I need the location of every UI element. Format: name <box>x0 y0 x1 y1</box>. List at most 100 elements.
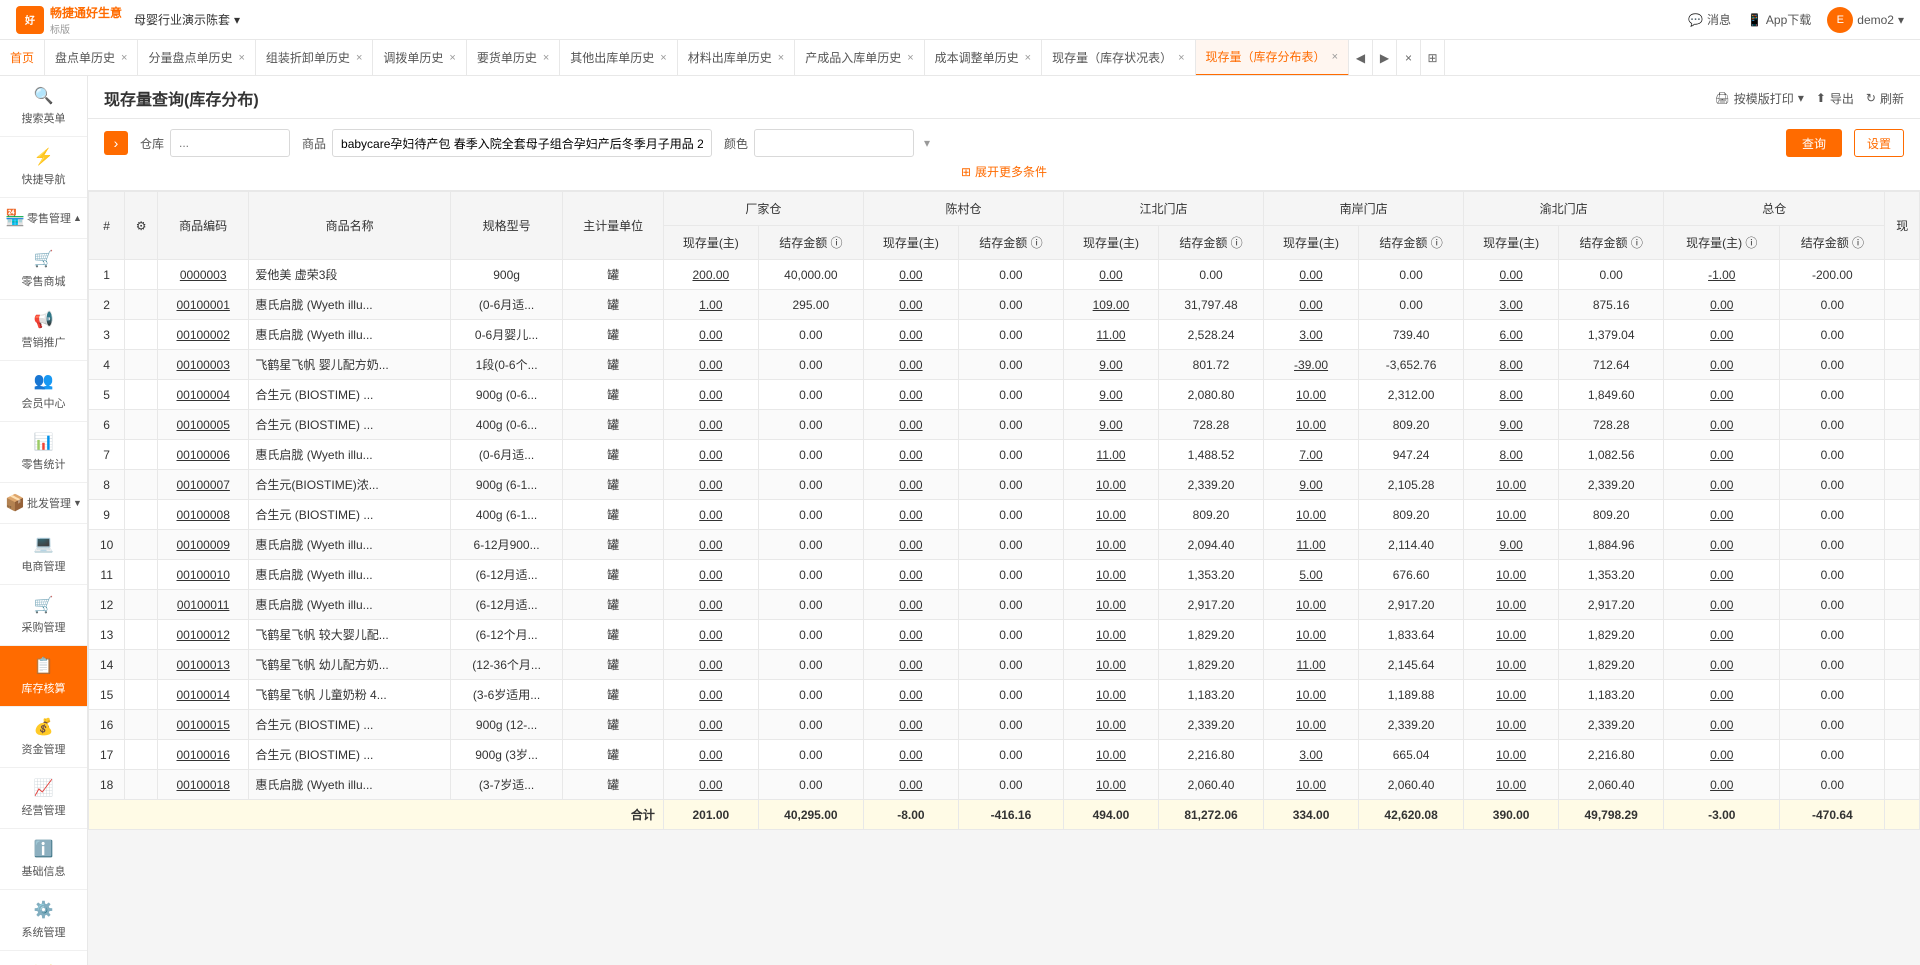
jiangbei-qty[interactable]: 9.00 <box>1063 410 1158 440</box>
sidebar-item-purchase[interactable]: 🛒 采购管理 <box>0 585 87 646</box>
nanan-qty[interactable]: 10.00 <box>1264 500 1359 530</box>
close-icon[interactable]: × <box>356 52 362 64</box>
tab-qitachu[interactable]: 其他出库单历史 × <box>560 40 677 76</box>
nanan-qty[interactable]: 0.00 <box>1264 260 1359 290</box>
expand-conditions-btn[interactable]: ⊞ 展开更多条件 <box>961 163 1047 180</box>
sidebar-item-collab[interactable]: 🤝 企业协同 <box>0 951 87 965</box>
yubei-qty[interactable]: 8.00 <box>1464 440 1559 470</box>
yubei-qty[interactable]: 10.00 <box>1464 560 1559 590</box>
nanan-qty[interactable]: 10.00 <box>1264 410 1359 440</box>
expand-arrow[interactable]: › <box>104 131 128 155</box>
yubei-qty[interactable]: 10.00 <box>1464 650 1559 680</box>
factory-qty[interactable]: 200.00 <box>663 260 758 290</box>
sidebar-item-inventory[interactable]: 📋 库存核算 <box>0 646 87 707</box>
messages-btn[interactable]: 💬 消息 <box>1688 11 1731 28</box>
factory-qty[interactable]: 0.00 <box>663 440 758 470</box>
nanan-qty[interactable]: 10.00 <box>1264 770 1359 800</box>
jiangbei-qty[interactable]: 9.00 <box>1063 350 1158 380</box>
product-code[interactable]: 00100015 <box>157 710 248 740</box>
close-icon[interactable]: × <box>121 52 127 64</box>
yubei-qty[interactable]: 10.00 <box>1464 770 1559 800</box>
total-qty[interactable]: 0.00 <box>1664 530 1780 560</box>
total-qty[interactable]: 0.00 <box>1664 500 1780 530</box>
yubei-qty[interactable]: 0.00 <box>1464 260 1559 290</box>
product-code[interactable]: 00100009 <box>157 530 248 560</box>
product-code[interactable]: 00100016 <box>157 740 248 770</box>
factory-qty[interactable]: 0.00 <box>663 590 758 620</box>
total-qty[interactable]: 0.00 <box>1664 560 1780 590</box>
chen-qty[interactable]: 0.00 <box>863 560 958 590</box>
warehouse-input[interactable] <box>170 129 290 157</box>
jiangbei-qty[interactable]: 10.00 <box>1063 620 1158 650</box>
chen-qty[interactable]: 0.00 <box>863 650 958 680</box>
product-code[interactable]: 00100018 <box>157 770 248 800</box>
tab-tiaoping[interactable]: 调拨单历史 × <box>373 40 466 76</box>
total-qty[interactable]: 0.00 <box>1664 770 1780 800</box>
chen-qty[interactable]: 0.00 <box>863 260 958 290</box>
jiangbei-qty[interactable]: 109.00 <box>1063 290 1158 320</box>
close-icon[interactable]: × <box>778 52 784 64</box>
nanan-qty[interactable]: 9.00 <box>1264 470 1359 500</box>
close-icon[interactable]: × <box>1332 51 1338 63</box>
chen-qty[interactable]: 0.00 <box>863 530 958 560</box>
tab-nav-right[interactable]: ▶ <box>1373 40 1397 76</box>
jiangbei-qty[interactable]: 10.00 <box>1063 470 1158 500</box>
jiangbei-qty[interactable]: 10.00 <box>1063 590 1158 620</box>
jiangbei-qty[interactable]: 0.00 <box>1063 260 1158 290</box>
close-icon[interactable]: × <box>1178 52 1184 64</box>
chen-qty[interactable]: 0.00 <box>863 350 958 380</box>
jiangbei-qty[interactable]: 10.00 <box>1063 650 1158 680</box>
nanan-qty[interactable]: 10.00 <box>1264 620 1359 650</box>
tab-pandian[interactable]: 盘点单历史 × <box>45 40 138 76</box>
product-code[interactable]: 00100001 <box>157 290 248 320</box>
tab-expand[interactable]: ⊞ <box>1421 40 1445 76</box>
total-qty[interactable]: 0.00 <box>1664 680 1780 710</box>
total-qty[interactable]: 0.00 <box>1664 410 1780 440</box>
chen-qty[interactable]: 0.00 <box>863 620 958 650</box>
close-icon[interactable]: × <box>1025 52 1031 64</box>
nanan-qty[interactable]: 3.00 <box>1264 740 1359 770</box>
yubei-qty[interactable]: 10.00 <box>1464 470 1559 500</box>
factory-qty[interactable]: 0.00 <box>663 650 758 680</box>
product-code[interactable]: 00100012 <box>157 620 248 650</box>
product-code[interactable]: 00100010 <box>157 560 248 590</box>
sidebar-item-marketing[interactable]: 📢 营销推广 <box>0 300 87 361</box>
nanan-qty[interactable]: 3.00 <box>1264 320 1359 350</box>
factory-qty[interactable]: 0.00 <box>663 380 758 410</box>
tab-close-all[interactable]: × <box>1397 40 1421 76</box>
total-qty[interactable]: 0.00 <box>1664 290 1780 320</box>
factory-qty[interactable]: 0.00 <box>663 350 758 380</box>
close-icon[interactable]: × <box>449 52 455 64</box>
yubei-qty[interactable]: 8.00 <box>1464 350 1559 380</box>
sidebar-item-ecommerce[interactable]: 💻 电商管理 <box>0 524 87 585</box>
tab-home[interactable]: 首页 <box>0 40 45 76</box>
product-code[interactable]: 00100006 <box>157 440 248 470</box>
factory-qty[interactable]: 0.00 <box>663 470 758 500</box>
total-qty[interactable]: 0.00 <box>1664 620 1780 650</box>
yubei-qty[interactable]: 10.00 <box>1464 740 1559 770</box>
total-qty[interactable]: 0.00 <box>1664 380 1780 410</box>
product-code[interactable]: 00100013 <box>157 650 248 680</box>
factory-qty[interactable]: 0.00 <box>663 770 758 800</box>
tab-fenpan[interactable]: 分量盘点单历史 × <box>138 40 255 76</box>
factory-qty[interactable]: 0.00 <box>663 710 758 740</box>
yubei-qty[interactable]: 9.00 <box>1464 410 1559 440</box>
total-qty[interactable]: 0.00 <box>1664 350 1780 380</box>
jiangbei-qty[interactable]: 10.00 <box>1063 770 1158 800</box>
sidebar-item-nav[interactable]: ⚡ 快捷导航 <box>0 137 87 198</box>
tab-kucun-dist[interactable]: 现存量（库存分布表） × <box>1196 40 1349 76</box>
chen-qty[interactable]: 0.00 <box>863 440 958 470</box>
nanan-qty[interactable]: 5.00 <box>1264 560 1359 590</box>
jiangbei-qty[interactable]: 10.00 <box>1063 710 1158 740</box>
yubei-qty[interactable]: 10.00 <box>1464 710 1559 740</box>
chen-qty[interactable]: 0.00 <box>863 380 958 410</box>
chen-qty[interactable]: 0.00 <box>863 770 958 800</box>
tab-cailiao[interactable]: 材料出库单历史 × <box>678 40 795 76</box>
nanan-qty[interactable]: 10.00 <box>1264 710 1359 740</box>
product-code[interactable]: 00100014 <box>157 680 248 710</box>
yubei-qty[interactable]: 9.00 <box>1464 530 1559 560</box>
tab-chengpin[interactable]: 产成品入库单历史 × <box>795 40 924 76</box>
factory-qty[interactable]: 0.00 <box>663 560 758 590</box>
chen-qty[interactable]: 0.00 <box>863 740 958 770</box>
total-qty[interactable]: 0.00 <box>1664 590 1780 620</box>
